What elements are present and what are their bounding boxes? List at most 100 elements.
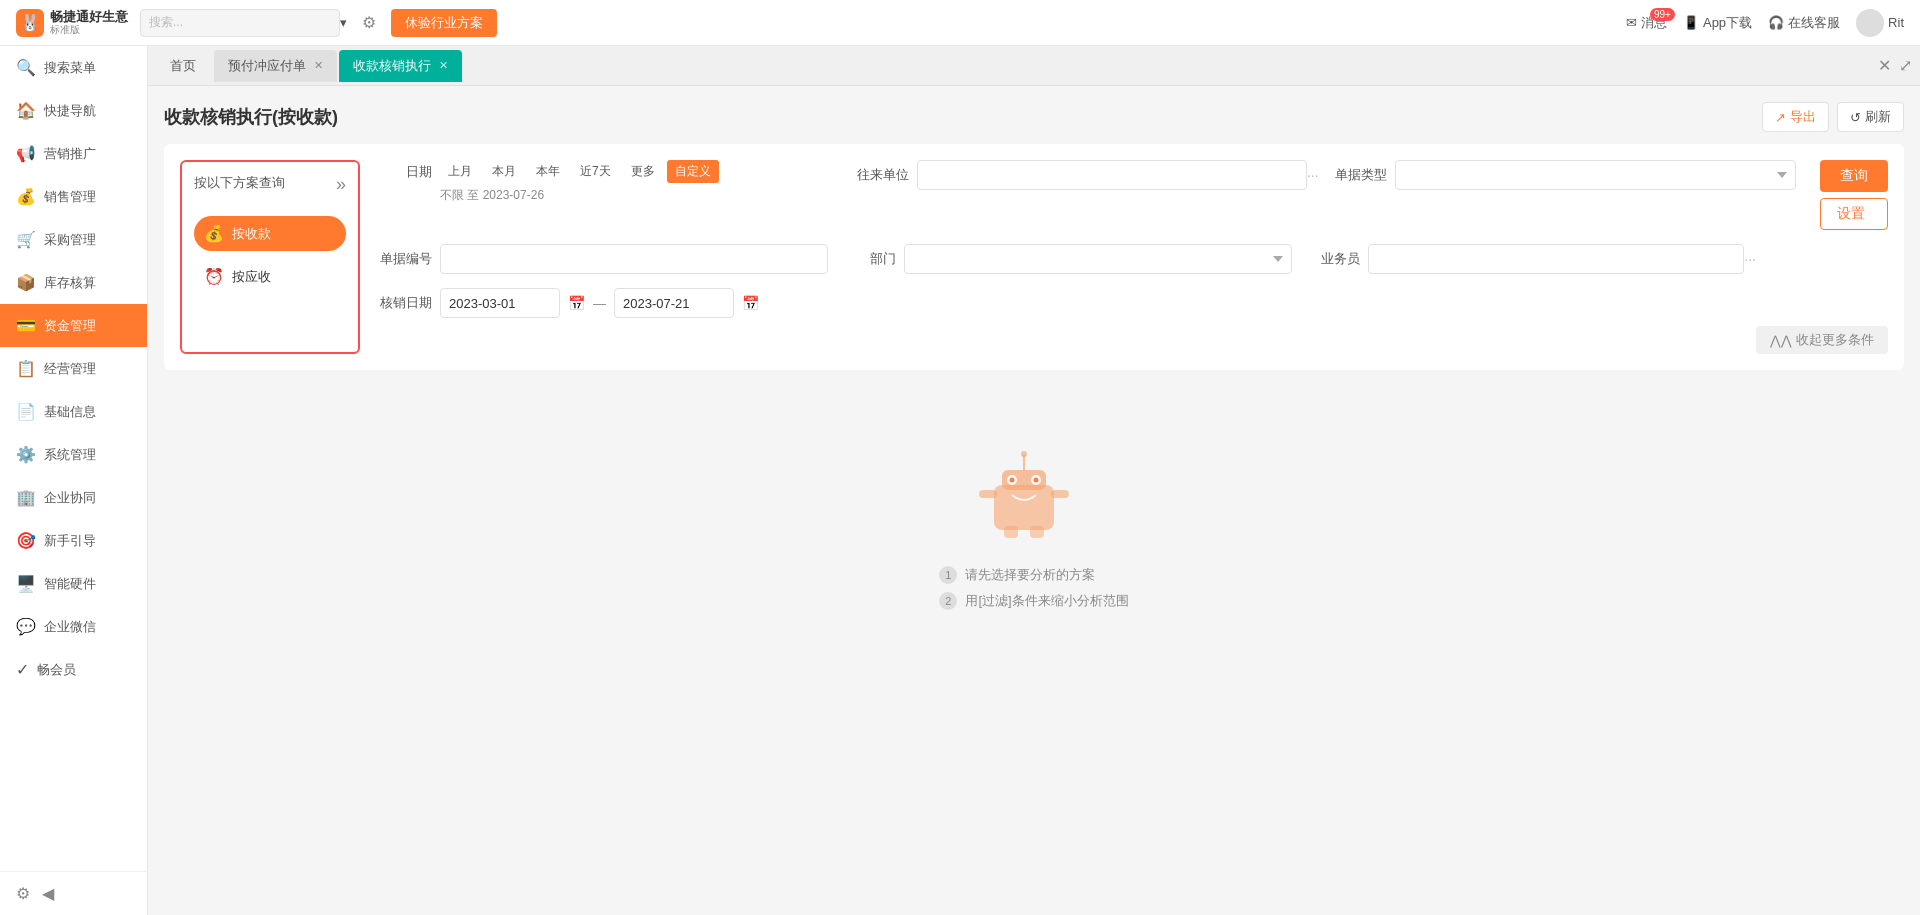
sidebar-item-marketing[interactable]: 📢 营销推广 xyxy=(0,132,147,175)
page-content: 收款核销执行(按收款) ↗ 导出 ↺ 刷新 按以下方案 xyxy=(148,86,1920,915)
staff-dots-icon[interactable]: ··· xyxy=(1744,251,1756,267)
partner-label: 往来单位 xyxy=(853,166,909,184)
verify-date-end-input[interactable] xyxy=(614,288,734,318)
app-icon: 📱 xyxy=(1683,15,1699,30)
user-avatar[interactable]: Rit xyxy=(1856,9,1904,37)
sidebar-item-system[interactable]: ⚙️ 系统管理 xyxy=(0,433,147,476)
date-filter-buttons: 上月 本月 本年 近7天 更多 自定义 xyxy=(440,160,719,183)
date-btn-this-year[interactable]: 本年 xyxy=(528,160,568,183)
svg-point-4 xyxy=(1010,478,1015,483)
date-label: 日期 xyxy=(376,163,432,181)
date-btn-custom[interactable]: 自定义 xyxy=(667,160,719,183)
sidebar-item-inventory[interactable]: 📦 库存核算 xyxy=(0,261,147,304)
tip-number-1: 1 xyxy=(939,566,957,584)
settings-icon[interactable]: ⚙ xyxy=(355,9,383,37)
dept-select[interactable] xyxy=(904,244,1292,274)
sidebar-label-wechat: 企业微信 xyxy=(44,618,96,636)
sidebar-item-enterprise[interactable]: 🏢 企业协同 xyxy=(0,476,147,519)
svg-rect-7 xyxy=(1051,490,1069,498)
app-download-label: App下载 xyxy=(1703,14,1752,32)
system-icon: ⚙️ xyxy=(16,445,36,464)
sidebar-item-search-menu[interactable]: 🔍 搜索菜单 xyxy=(0,46,147,89)
tab-receipt-verify[interactable]: 收款核销执行 ✕ xyxy=(339,50,462,82)
staff-input[interactable] xyxy=(1368,244,1744,274)
message-icon: ✉ xyxy=(1626,15,1637,30)
svg-rect-0 xyxy=(994,485,1054,530)
collapse-up-icon: ⋀⋀ xyxy=(1770,333,1792,348)
doc-type-label: 单据类型 xyxy=(1331,166,1387,184)
tab-home[interactable]: 首页 xyxy=(156,49,210,83)
tab-close-all-icon[interactable]: ✕ xyxy=(1878,56,1891,75)
refresh-label: 刷新 xyxy=(1865,108,1891,126)
tip-text-2: 用[过滤]条件来缩小分析范围 xyxy=(965,592,1128,610)
date-btn-7days[interactable]: 近7天 xyxy=(572,160,619,183)
filter-left-title: 按以下方案查询 xyxy=(194,174,285,192)
dropdown-btn[interactable]: ▾ xyxy=(340,15,347,30)
purchase-icon: 🛒 xyxy=(16,230,36,249)
sidebar-collapse-icon[interactable]: ◀ xyxy=(42,884,54,903)
filter-option-by-receipt[interactable]: 💰 按收款 xyxy=(194,216,346,251)
filter-actions: 查询 设置 xyxy=(1820,160,1888,230)
bottom-settings-icon[interactable]: ⚙ xyxy=(16,884,30,903)
date-btn-more[interactable]: 更多 xyxy=(623,160,663,183)
docno-input[interactable] xyxy=(440,244,828,274)
sidebar-item-wechat[interactable]: 💬 企业微信 xyxy=(0,605,147,648)
export-button[interactable]: ↗ 导出 xyxy=(1762,102,1829,132)
logo-main: 畅捷通好生意 xyxy=(50,9,128,25)
message-btn[interactable]: ✉ 消息 99+ xyxy=(1626,14,1667,32)
top-bar: 🐰 畅捷通好生意 标准版 搜索... ▾ ⚙ 休验行业方案 ✉ 消息 99+ 📱… xyxy=(0,0,1920,46)
collapse-btn[interactable]: ⋀⋀ 收起更多条件 xyxy=(1756,326,1888,354)
layout: 🔍 搜索菜单 🏠 快捷导航 📢 营销推广 💰 销售管理 🛒 采购管理 📦 库存核… xyxy=(0,46,1920,915)
industry-btn[interactable]: 休验行业方案 xyxy=(391,9,497,37)
message-badge: 99+ xyxy=(1650,8,1675,21)
sidebar-item-sales[interactable]: 💰 销售管理 xyxy=(0,175,147,218)
inventory-icon: 📦 xyxy=(16,273,36,292)
sidebar-item-hardware[interactable]: 🖥️ 智能硬件 xyxy=(0,562,147,605)
svg-rect-9 xyxy=(1030,526,1044,538)
search-box[interactable]: 搜索... xyxy=(140,9,340,37)
date-end-calendar-icon[interactable]: 📅 xyxy=(742,295,759,311)
user-name: Rit xyxy=(1888,15,1904,30)
filter-collapse-icon[interactable]: » xyxy=(336,174,346,195)
filter-option-receivable-label: 按应收 xyxy=(232,268,271,286)
sidebar-item-operation[interactable]: 📋 经营管理 xyxy=(0,347,147,390)
sidebar: 🔍 搜索菜单 🏠 快捷导航 📢 营销推广 💰 销售管理 🛒 采购管理 📦 库存核… xyxy=(0,46,148,915)
sidebar-item-basic-info[interactable]: 📄 基础信息 xyxy=(0,390,147,433)
verify-date-range: 📅 — 📅 xyxy=(440,288,759,318)
sidebar-item-quick-nav[interactable]: 🏠 快捷导航 xyxy=(0,89,147,132)
doc-type-select[interactable] xyxy=(1395,160,1796,190)
date-start-calendar-icon[interactable]: 📅 xyxy=(568,295,585,311)
sidebar-item-finance[interactable]: 💳 资金管理 xyxy=(0,304,147,347)
date-btn-this-month[interactable]: 本月 xyxy=(484,160,524,183)
query-button[interactable]: 查询 xyxy=(1820,160,1888,192)
tab-prepay-label: 预付冲应付单 xyxy=(228,57,306,75)
guide-icon: 🎯 xyxy=(16,531,36,550)
filter-option-by-receivable[interactable]: ⏰ 按应收 xyxy=(194,259,346,294)
verify-date-start-input[interactable] xyxy=(440,288,560,318)
sidebar-label-purchase: 采购管理 xyxy=(44,231,96,249)
tab-prepay[interactable]: 预付冲应付单 ✕ xyxy=(214,50,337,82)
tip-text-1: 请先选择要分析的方案 xyxy=(965,566,1095,584)
partner-input[interactable] xyxy=(917,160,1307,190)
tab-prepay-close-icon[interactable]: ✕ xyxy=(314,59,323,72)
sidebar-item-member[interactable]: ✓ 畅会员 xyxy=(0,648,147,691)
partner-dots-icon[interactable]: ··· xyxy=(1307,167,1319,183)
sidebar-label-search-menu: 搜索菜单 xyxy=(44,59,96,77)
tab-receipt-verify-close-icon[interactable]: ✕ xyxy=(439,59,448,72)
search-icon: 🔍 xyxy=(16,58,36,77)
logo-text: 畅捷通好生意 标准版 xyxy=(50,9,128,37)
enterprise-icon: 🏢 xyxy=(16,488,36,507)
date-btn-last-month[interactable]: 上月 xyxy=(440,160,480,183)
sidebar-item-purchase[interactable]: 🛒 采购管理 xyxy=(0,218,147,261)
tab-bar-right: ✕ ⤢ xyxy=(1878,56,1912,75)
filter-left-panel: 按以下方案查询 » 💰 按收款 ⏰ 按应收 xyxy=(180,160,360,354)
logo: 🐰 畅捷通好生意 标准版 xyxy=(16,9,128,37)
online-service-btn[interactable]: 🎧 在线客服 xyxy=(1768,14,1840,32)
page-header: 收款核销执行(按收款) ↗ 导出 ↺ 刷新 xyxy=(164,102,1904,132)
app-download-btn[interactable]: 📱 App下载 xyxy=(1683,14,1752,32)
refresh-button[interactable]: ↺ 刷新 xyxy=(1837,102,1904,132)
settings-button[interactable]: 设置 xyxy=(1820,198,1888,230)
tab-expand-icon[interactable]: ⤢ xyxy=(1899,56,1912,75)
sidebar-item-guide[interactable]: 🎯 新手引导 xyxy=(0,519,147,562)
receivable-icon: ⏰ xyxy=(204,267,224,286)
